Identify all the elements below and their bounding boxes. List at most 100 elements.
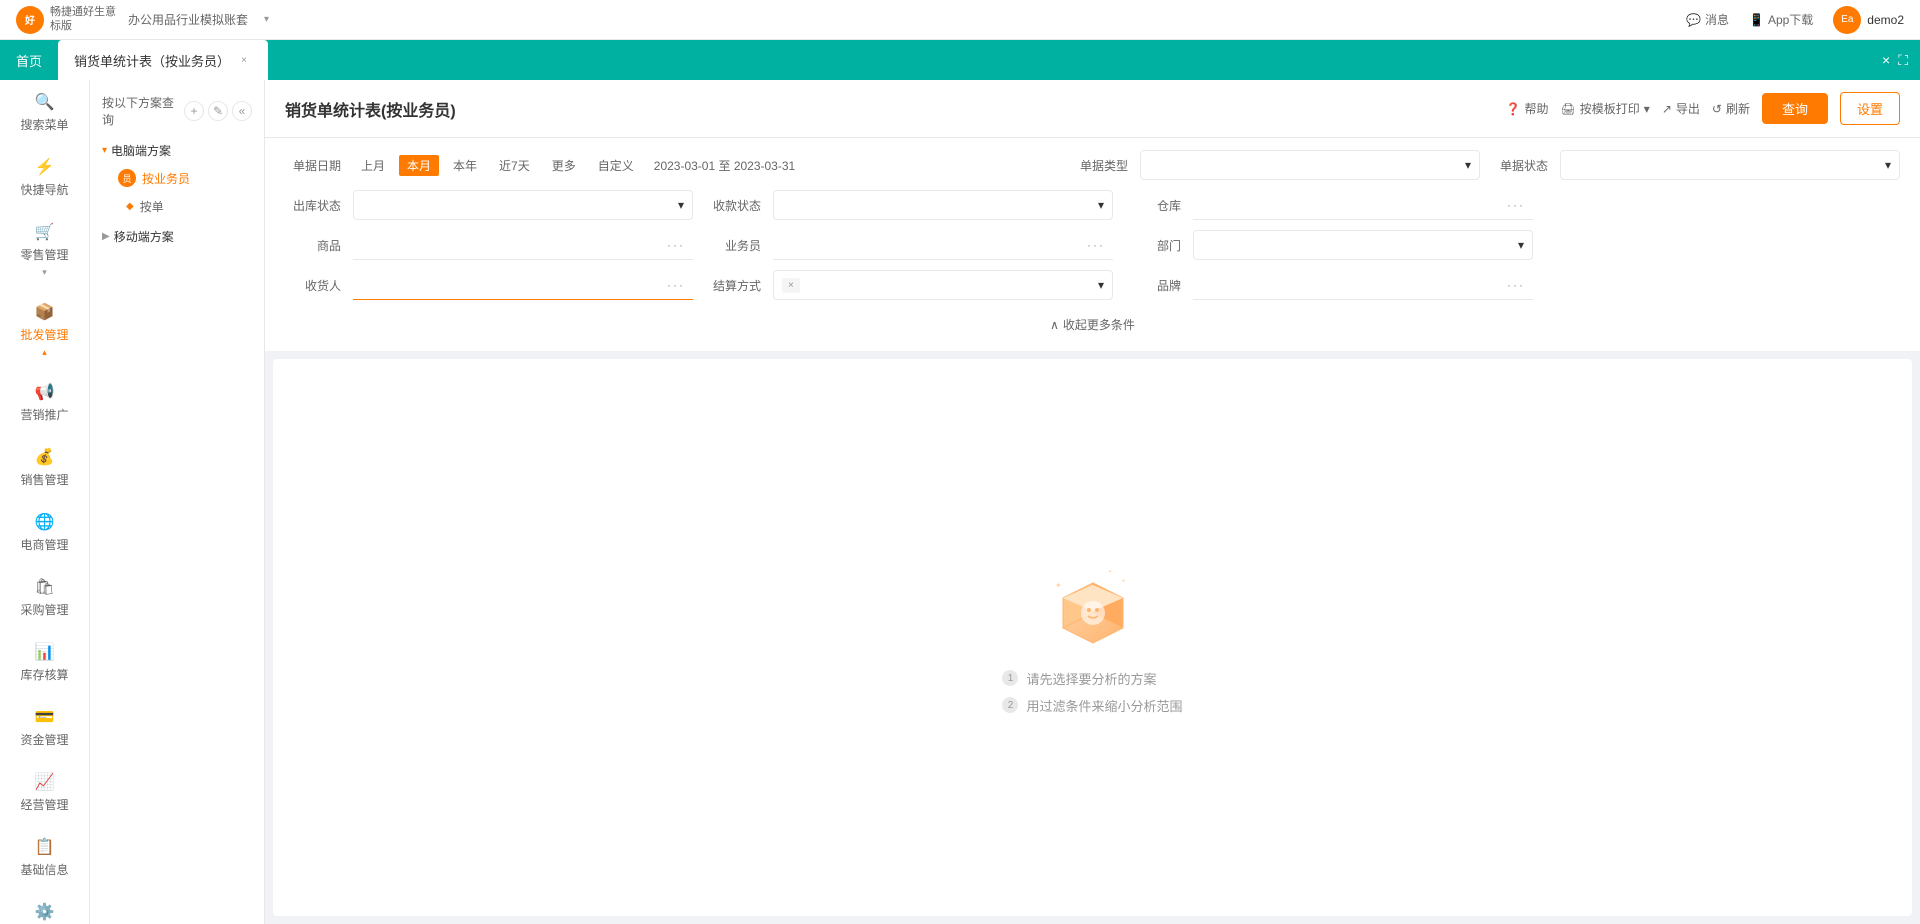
print-icon: 🖨 <box>1561 102 1576 116</box>
payment-status-select[interactable]: ▾ <box>773 190 1113 220</box>
download-icon: 📱 <box>1749 13 1764 27</box>
sidebar-item-sales[interactable]: 💰 销售管理 <box>0 435 89 500</box>
help-button[interactable]: ❓ 帮助 <box>1506 100 1549 117</box>
search-icon: 🔍 <box>35 92 55 112</box>
retail-icon: 🛒 <box>35 222 55 242</box>
sidebar-item-operations[interactable]: 📈 经营管理 <box>0 760 89 825</box>
salesperson-dots[interactable]: ··· <box>1087 238 1105 252</box>
tab-active[interactable]: 销货单统计表（按业务员） × <box>58 40 268 80</box>
collapse-button[interactable]: ∧ 收起更多条件 <box>1050 316 1135 333</box>
payment-status-dropdown-icon: ▾ <box>1098 198 1104 212</box>
department-select[interactable]: ▾ <box>1193 230 1533 260</box>
scheme-add-button[interactable]: + <box>184 101 204 121</box>
sidebar-item-quick-nav[interactable]: ⚡ 快捷导航 <box>0 145 89 210</box>
sidebar-item-basic[interactable]: 📋 基础信息 <box>0 825 89 890</box>
warehouse-input[interactable]: ··· <box>1193 190 1533 220</box>
goods-input[interactable]: ··· <box>353 230 693 260</box>
sidebar-item-system[interactable]: ⚙️ 系统管理 <box>0 890 89 924</box>
main-content: 销货单统计表(按业务员) ❓ 帮助 🖨 按模板打印 ▾ ↗ 导出 <box>265 80 1920 924</box>
svg-text:✦: ✦ <box>1055 581 1062 590</box>
user-area[interactable]: Ea demo2 <box>1833 6 1904 34</box>
sidebar-item-wholesale[interactable]: 📦 批发管理 ▴ <box>0 290 89 370</box>
sidebar-item-marketing[interactable]: 📢 营销推广 <box>0 370 89 435</box>
app-download-button[interactable]: 📱 App下载 <box>1749 11 1813 28</box>
breadcrumb: 办公用品行业模拟账套 <box>128 11 248 28</box>
main-layout: 🔍 搜索菜单 ⚡ 快捷导航 🛒 零售管理 ▾ 📦 批发管理 ▴ 📢 营销推广 💰… <box>0 80 1920 924</box>
date-group: 上月 本月 本年 近7天 更多 自定义 <box>353 155 642 176</box>
salesperson-label: 业务员 <box>705 237 761 254</box>
settings-button[interactable]: 设置 <box>1840 92 1900 125</box>
system-icon: ⚙️ <box>35 902 55 922</box>
scheme-collapse-button[interactable]: « <box>232 101 252 121</box>
operations-icon: 📈 <box>35 772 55 792</box>
collapse-up-icon: ∧ <box>1050 318 1059 332</box>
query-button[interactable]: 查询 <box>1762 93 1828 124</box>
print-button[interactable]: 🖨 按模板打印 ▾ <box>1561 100 1650 117</box>
out-status-select[interactable]: ▾ <box>353 190 693 220</box>
top-bar: 好 畅捷通好生意 标版 办公用品行业模拟账套 ▾ 💬 消息 📱 App下载 Ea… <box>0 0 1920 40</box>
doc-type-label: 单据类型 <box>1072 157 1128 174</box>
tab-close-button[interactable]: × <box>236 52 252 68</box>
sidebar-item-ecommerce[interactable]: 🌐 电商管理 <box>0 500 89 565</box>
scheme-sub-item-order[interactable]: ◆ 按单 <box>90 193 264 220</box>
desktop-scheme-group[interactable]: ▾ 电脑端方案 <box>90 138 264 163</box>
goods-label: 商品 <box>285 237 341 254</box>
sidebar-item-retail[interactable]: 🛒 零售管理 ▾ <box>0 210 89 290</box>
collapse-row: ∧ 收起更多条件 <box>285 310 1900 339</box>
breadcrumb-dropdown-icon[interactable]: ▾ <box>264 14 269 25</box>
sidebar-item-inventory[interactable]: 📊 库存核算 <box>0 630 89 695</box>
filter-row-1: 单据日期 上月 本月 本年 近7天 更多 自定义 2023-03-01 至 20… <box>285 150 1900 180</box>
receiver-input[interactable]: ··· <box>353 270 693 300</box>
username: demo2 <box>1867 13 1904 27</box>
settlement-select[interactable]: × ▾ <box>773 270 1113 300</box>
app-logo: 好 <box>16 6 44 34</box>
mobile-scheme-group[interactable]: ▶ 移动端方案 <box>90 224 264 249</box>
export-button[interactable]: ↗ 导出 <box>1662 100 1700 117</box>
scheme-panel-header: 按以下方案查询 + ✎ « <box>90 88 264 134</box>
sidebar-item-search[interactable]: 🔍 搜索菜单 <box>0 80 89 145</box>
filter-row-3: 商品 ··· 业务员 ··· 部门 ▾ <box>285 230 1900 260</box>
refresh-button[interactable]: ↺ 刷新 <box>1712 100 1750 117</box>
sidebar-item-finance[interactable]: 💳 资金管理 <box>0 695 89 760</box>
doc-status-select[interactable]: ▾ <box>1560 150 1900 180</box>
page-title: 销货单统计表(按业务员) <box>285 97 456 121</box>
salesperson-input[interactable]: ··· <box>773 230 1113 260</box>
message-button[interactable]: 💬 消息 <box>1686 11 1729 28</box>
svg-text:✦: ✦ <box>1108 569 1112 575</box>
scheme-item-icon: 员 <box>118 169 136 187</box>
custom-btn[interactable]: 自定义 <box>590 155 642 176</box>
goods-dots[interactable]: ··· <box>667 238 685 252</box>
warehouse-dots[interactable]: ··· <box>1507 198 1525 212</box>
brand-input[interactable]: ··· <box>1193 270 1533 300</box>
tab-home[interactable]: 首页 <box>0 40 58 80</box>
last-month-btn[interactable]: 上月 <box>353 155 393 176</box>
scheme-edit-button[interactable]: ✎ <box>208 101 228 121</box>
this-year-btn[interactable]: 本年 <box>445 155 485 176</box>
date-label: 单据日期 <box>285 157 341 174</box>
maximize-icon[interactable]: ⛶ <box>1898 52 1908 69</box>
print-dropdown-icon: ▾ <box>1644 102 1650 116</box>
last7-btn[interactable]: 近7天 <box>491 155 538 176</box>
brand-dots[interactable]: ··· <box>1507 278 1525 292</box>
page-header: 销货单统计表(按业务员) ❓ 帮助 🖨 按模板打印 ▾ ↗ 导出 <box>265 80 1920 138</box>
receiver-label: 收货人 <box>285 277 341 294</box>
brand-label: 品牌 <box>1125 277 1181 294</box>
empty-illustration: ✦ ✦ ✦ <box>1043 553 1143 653</box>
empty-state: ✦ ✦ ✦ 1 请先选择要分析的方案 2 用过滤条件来缩小分析范围 <box>273 359 1912 916</box>
close-window-icon[interactable]: × <box>1882 52 1890 68</box>
doc-status-label: 单据状态 <box>1492 157 1548 174</box>
settlement-label: 结算方式 <box>705 277 761 294</box>
wholesale-arrow: ▴ <box>42 347 47 358</box>
scheme-item-salesperson[interactable]: 员 按业务员 <box>90 163 264 193</box>
mobile-chevron-icon: ▶ <box>102 231 110 242</box>
message-icon: 💬 <box>1686 13 1701 27</box>
logo-text: 畅捷通好生意 标版 <box>50 6 116 32</box>
doc-type-select[interactable]: ▾ <box>1140 150 1480 180</box>
more-date-btn[interactable]: 更多 <box>544 155 584 176</box>
receiver-dots[interactable]: ··· <box>667 278 685 292</box>
sidebar-item-purchase[interactable]: 🛍 采购管理 <box>0 565 89 630</box>
sidebar: 🔍 搜索菜单 ⚡ 快捷导航 🛒 零售管理 ▾ 📦 批发管理 ▴ 📢 营销推广 💰… <box>0 80 90 924</box>
this-month-btn[interactable]: 本月 <box>399 155 439 176</box>
settlement-tag-close[interactable]: × <box>788 280 794 291</box>
filter-row-4: 收货人 ··· 结算方式 × ▾ 品牌 <box>285 270 1900 300</box>
